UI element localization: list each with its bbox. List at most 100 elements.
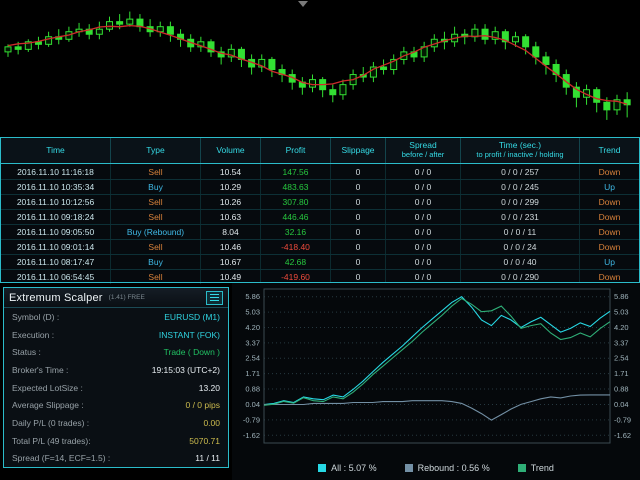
cell-spread: 0 / 0	[386, 164, 461, 179]
cell-time: 2016.11.10 06:54:45	[1, 270, 111, 284]
legend-swatch-icon	[318, 464, 327, 472]
cell-spread: 0 / 0	[386, 270, 461, 284]
cell-trend: Down	[598, 166, 621, 177]
panel-row-value: INSTANT (FOK)	[158, 329, 220, 340]
panel-row-value: 13.20	[198, 382, 220, 393]
svg-text:-1.62: -1.62	[243, 431, 260, 440]
table-row: 2016.11.10 06:54:45 Sell 10.49 -419.60 0 0 / …	[1, 269, 639, 284]
panel-row: Daily P/L (0 trades) : 0.00	[4, 414, 228, 432]
legend-item: Rebound : 0.56 %	[404, 463, 490, 473]
svg-text:0.88: 0.88	[614, 384, 629, 393]
cell-time: 2016.11.10 11:16:18	[1, 164, 111, 179]
cell-type: Sell	[111, 164, 201, 179]
panel-row: Spread (F=14, ECF=1.5) : 11 / 11	[4, 449, 228, 467]
cell-slippage: 0	[331, 164, 386, 179]
column-header-sublabel: before / after	[401, 150, 445, 160]
svg-text:5.03: 5.03	[614, 308, 629, 317]
panel-row-label: Spread (F=14, ECF=1.5) :	[12, 453, 111, 464]
column-header: Time	[1, 138, 111, 163]
cell-type: Buy (Rebound)	[111, 225, 201, 239]
cell-trend: Up	[604, 182, 615, 192]
svg-text:3.37: 3.37	[245, 338, 260, 347]
trading-terminal: Time Type Volume Profit Slippage Spread before…	[0, 0, 640, 480]
cell-profit: 42.68	[261, 255, 331, 269]
column-header-label: Slippage	[341, 144, 375, 155]
cell-type: Sell	[111, 240, 201, 254]
svg-text:-1.62: -1.62	[614, 431, 631, 440]
cell-spread: 0 / 0	[386, 210, 461, 224]
cell-trend: Up	[604, 257, 615, 267]
panel-row: Status : Trade ( Down )	[4, 343, 228, 361]
cell-type: Sell	[111, 270, 201, 284]
cell-time: 2016.11.10 09:05:50	[1, 225, 111, 239]
cell-time-sec: 0 / 0 / 245	[461, 180, 580, 194]
panel-row: Expected LotSize : 13.20	[4, 379, 228, 397]
panel-row-label: Execution :	[12, 329, 55, 340]
cell-profit: -418.40	[261, 240, 331, 254]
cell-spread: 0 / 0	[386, 195, 461, 209]
panel-row-label: Average Slippage :	[12, 400, 84, 411]
cell-spread: 0 / 0	[386, 255, 461, 269]
trades-table: Time Type Volume Profit Slippage Spread before…	[0, 137, 640, 284]
column-header: Trend	[580, 138, 639, 163]
cell-time: 2016.11.10 10:12:56	[1, 195, 111, 209]
cell-time-sec: 0 / 0 / 24	[461, 240, 580, 254]
cell-volume: 10.26	[201, 195, 261, 209]
price-chart[interactable]	[0, 0, 640, 137]
svg-text:0.88: 0.88	[245, 384, 260, 393]
panel-rows: Symbol (D) : EURUSD (M1) Execution : INSTAN…	[4, 308, 228, 467]
svg-text:1.71: 1.71	[245, 369, 260, 378]
cell-spread: 0 / 0	[386, 240, 461, 254]
table-row: 2016.11.10 09:18:24 Sell 10.63 446.46 0 0 / 0…	[1, 209, 639, 224]
equity-legend: All : 5.07 % Rebound : 0.56 % Trend	[232, 463, 640, 473]
panel-row-value: 5070.71	[189, 435, 220, 446]
panel-menu-button[interactable]	[206, 290, 223, 305]
cell-profit: 483.63	[261, 180, 331, 194]
table-row: 2016.11.10 09:05:50 Buy (Rebound) 8.04 32.1…	[1, 224, 639, 239]
panel-title: Extremum Scalper	[9, 291, 103, 304]
table-header-row: Time Type Volume Profit Slippage Spread before…	[1, 138, 639, 164]
panel-row-label: Symbol (D) :	[12, 311, 60, 322]
cell-slippage: 0	[331, 270, 386, 284]
panel-row-value: Trade ( Down )	[163, 347, 220, 358]
table-body: 2016.11.10 11:16:18 Sell 10.54 147.56 0 0 / 0…	[1, 164, 639, 284]
cell-volume: 8.04	[201, 225, 261, 239]
cell-time-sec: 0 / 0 / 299	[461, 195, 580, 209]
svg-text:0.04: 0.04	[614, 400, 629, 409]
cell-time-sec: 0 / 0 / 231	[461, 210, 580, 224]
panel-title-bar: Extremum Scalper (1.41) FREE	[4, 288, 228, 308]
column-header-label: Type	[146, 144, 165, 155]
cell-spread: 0 / 0	[386, 225, 461, 239]
panel-row-label: Total P/L (49 trades):	[12, 435, 91, 446]
column-header-sublabel: to profit / inactive / holding	[476, 150, 564, 160]
cell-profit: 446.46	[261, 210, 331, 224]
cell-profit: 147.56	[261, 164, 331, 179]
svg-text:4.20: 4.20	[245, 323, 260, 332]
legend-item: Trend	[517, 463, 554, 473]
panel-row: Broker's Time : 19:15:03 (UTC+2)	[4, 361, 228, 379]
cell-profit: -419.60	[261, 270, 331, 284]
panel-row-value: 11 / 11	[195, 453, 220, 464]
panel-row-label: Expected LotSize :	[12, 382, 83, 393]
svg-text:2.54: 2.54	[614, 354, 629, 363]
cell-slippage: 0	[331, 180, 386, 194]
svg-text:0.04: 0.04	[245, 400, 260, 409]
table-row: 2016.11.10 08:17:47 Buy 10.67 42.68 0 0 / 00 …	[1, 254, 639, 269]
cell-spread: 0 / 0	[386, 180, 461, 194]
legend-item: All : 5.07 %	[318, 463, 377, 473]
legend-label: Rebound : 0.56 %	[417, 463, 490, 473]
cell-slippage: 0	[331, 255, 386, 269]
column-header: Spread before / after	[386, 138, 461, 163]
cell-volume: 10.54	[201, 164, 261, 179]
cell-slippage: 0	[331, 210, 386, 224]
svg-text:4.20: 4.20	[614, 323, 629, 332]
svg-text:5.86: 5.86	[245, 292, 260, 301]
equity-chart-svg: 5.86 5.86 5.03 5.03 4.20 4.20 3.37 3.37 2.54 2.54…	[243, 288, 631, 444]
column-header-label: Volume	[216, 144, 245, 155]
cell-type: Buy	[111, 255, 201, 269]
cell-time: 2016.11.10 09:18:24	[1, 210, 111, 224]
column-header-label: Time	[46, 144, 65, 155]
cell-profit: 307.80	[261, 195, 331, 209]
ea-info-panel: Extremum Scalper (1.41) FREE Symbol (D) …	[3, 287, 229, 468]
cell-volume: 10.46	[201, 240, 261, 254]
